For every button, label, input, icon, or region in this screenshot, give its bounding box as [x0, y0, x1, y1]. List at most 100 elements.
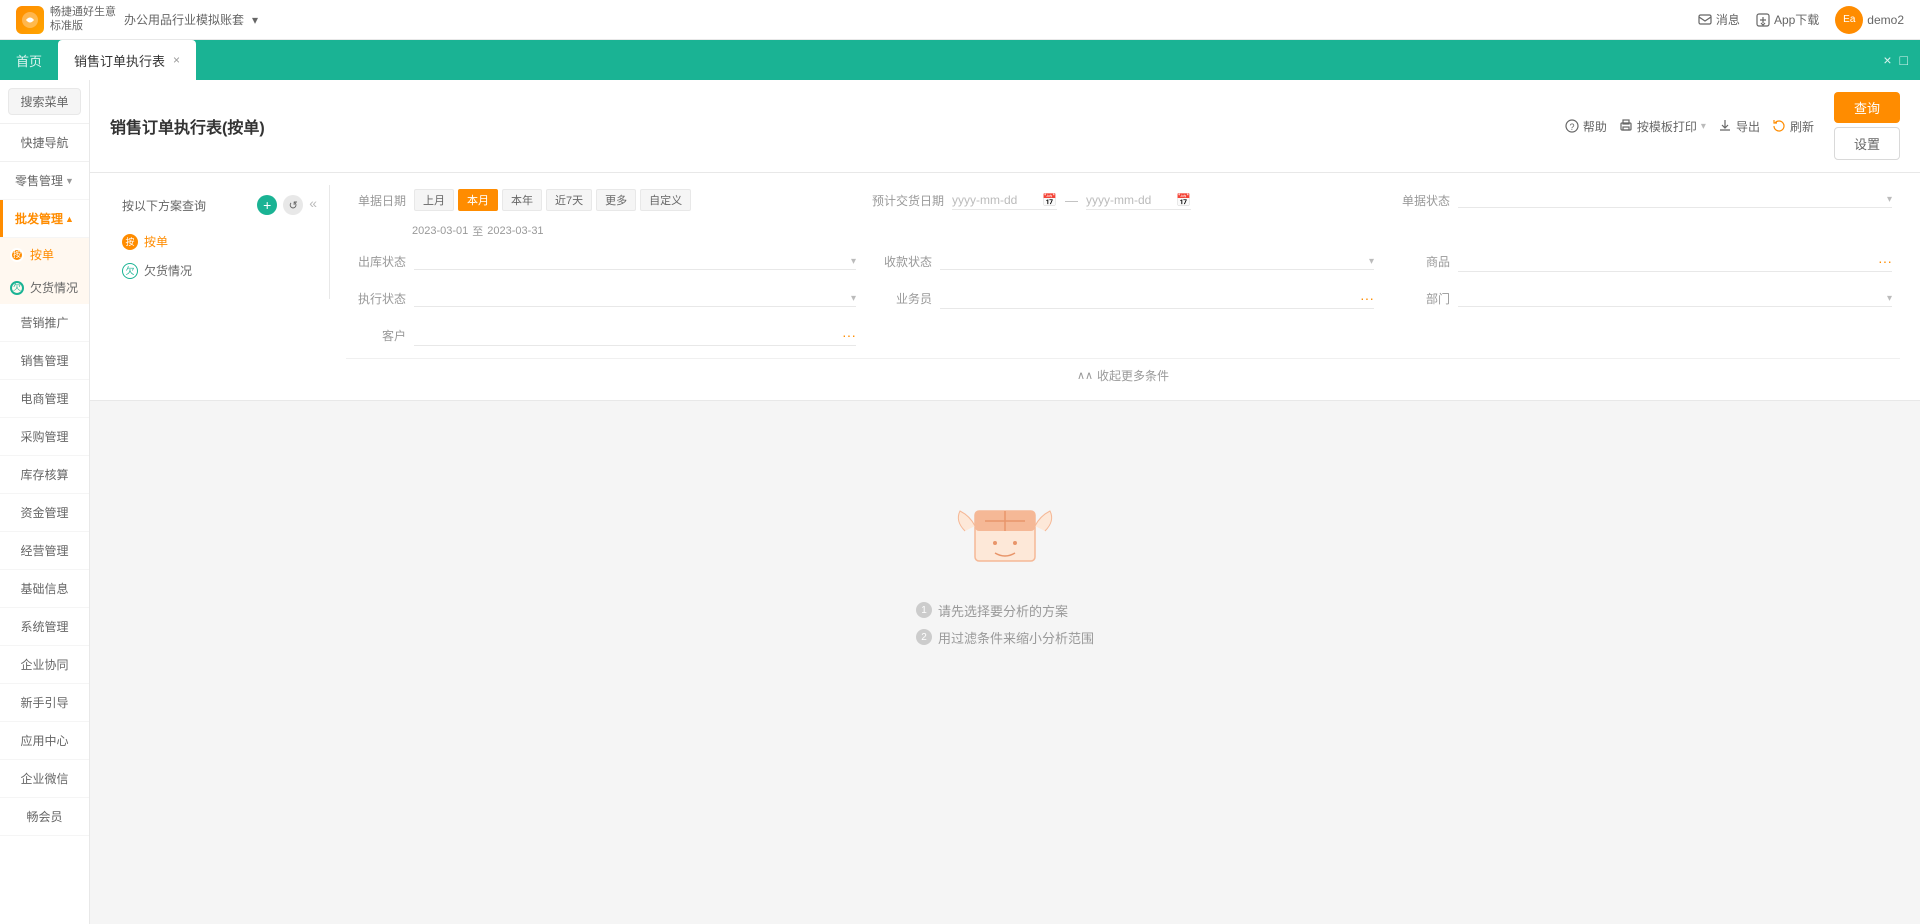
customer-dots-btn[interactable]: ··· [842, 327, 856, 343]
exec-chevron: ▾ [851, 293, 856, 304]
empty-tip-1: 1 请先选择要分析的方案 [916, 601, 1094, 620]
goods-label: 商品 [1390, 253, 1450, 270]
filter-row-4: 客户 ··· [346, 321, 1900, 350]
sidebar-item-ecommerce[interactable]: 电商管理 [0, 380, 89, 418]
goods-input-wrap: ··· [1458, 251, 1892, 272]
tab-maximize-btn[interactable]: □ [1900, 52, 1908, 68]
plan-item-debt[interactable]: 欠 欠货情况 [122, 256, 317, 285]
date-filter-cell: 单据日期 上月 本月 本年 近7天 更多 自定义 [346, 185, 864, 215]
sidebar-item-basics[interactable]: 基础信息 [0, 570, 89, 608]
sidebar-item-marketing[interactable]: 营销推广 [0, 304, 89, 342]
receipt-chevron: ▾ [1369, 256, 1374, 267]
cal-start-icon[interactable]: 📅 [1042, 193, 1057, 207]
sidebar-item-sales[interactable]: 销售管理 [0, 342, 89, 380]
sidebar-item-apps[interactable]: 应用中心 [0, 722, 89, 760]
filter-main-row: 按以下方案查询 + ↺ « 按 按单 [110, 185, 1900, 388]
date-this-year[interactable]: 本年 [502, 189, 542, 211]
dept-select[interactable]: ▾ [1458, 291, 1892, 307]
user-area[interactable]: Ea demo2 [1835, 6, 1904, 34]
cal-end-icon[interactable]: 📅 [1176, 193, 1191, 207]
sidebar-item-retail[interactable]: 零售管理 ▼ [0, 162, 89, 200]
exec-select[interactable]: ▾ [414, 291, 856, 307]
doc-status-select[interactable]: ▾ [1458, 192, 1892, 208]
sidebar-sub-item-press[interactable]: 按 按单 [0, 238, 89, 271]
exec-status-cell: 执行状态 ▾ [346, 286, 864, 311]
collapse-up-icon: ∧∧ [1077, 369, 1093, 382]
settings-button[interactable]: 设置 [1834, 127, 1900, 160]
date-range-display: 2023-03-01 至 2023-03-31 [412, 223, 1900, 247]
sidebar-item-operations[interactable]: 经营管理 [0, 532, 89, 570]
search-menu-btn[interactable]: 搜索菜单 [8, 88, 81, 115]
dept-cell: 部门 ▾ [1382, 286, 1900, 311]
sidebar-item-newbie[interactable]: 新手引导 [0, 684, 89, 722]
date-7days[interactable]: 近7天 [546, 189, 592, 211]
sidebar-item-finance[interactable]: 资金管理 [0, 494, 89, 532]
by-plan-label: 按以下方案查询 [122, 197, 206, 214]
retail-arrow-icon: ▼ [65, 176, 74, 186]
date-last-month[interactable]: 上月 [414, 189, 454, 211]
goods-dots-btn[interactable]: ··· [1878, 253, 1892, 269]
sidebar-item-enterprise[interactable]: 企业协同 [0, 646, 89, 684]
delivery-end-input[interactable] [1086, 193, 1176, 207]
content-area: 销售订单执行表(按单) ? 帮助 按模板打印 ▾ [90, 80, 1920, 924]
refresh-btn[interactable]: 刷新 [1772, 118, 1814, 135]
refresh-plan-btn[interactable]: ↺ [283, 195, 303, 215]
wholesale-arrow-icon: ▲ [65, 214, 74, 224]
sidebar-item-inventory[interactable]: 库存核算 [0, 456, 89, 494]
date-more[interactable]: 更多 [596, 189, 636, 211]
receipt-select[interactable]: ▾ [940, 254, 1374, 270]
logo-icon [16, 6, 44, 34]
delivery-end-wrap: 📅 [1086, 191, 1191, 210]
sidebar-item-wechat[interactable]: 企业微信 [0, 760, 89, 798]
query-settings-group: 查询 设置 [1834, 92, 1900, 160]
sidebar-search-area: 搜索菜单 [0, 80, 89, 124]
customer-input-wrap: ··· [414, 325, 856, 346]
outbound-select[interactable]: ▾ [414, 254, 856, 270]
top-bar-right: 消息 App下载 Ea demo2 [1698, 6, 1904, 34]
tab-close-btn[interactable]: × [173, 53, 180, 67]
empty-icon [945, 481, 1065, 581]
tab-close-all-btn[interactable]: × [1883, 52, 1891, 68]
query-button[interactable]: 查询 [1834, 92, 1900, 123]
collapse-btn[interactable]: ∧∧ 收起更多条件 [1077, 367, 1169, 384]
add-plan-btn[interactable]: + [257, 195, 277, 215]
export-btn[interactable]: 导出 [1718, 118, 1760, 135]
top-dropdown-icon[interactable]: ▾ [252, 13, 258, 27]
tab-sales-order[interactable]: 销售订单执行表 × [58, 40, 196, 80]
quick-nav-btn[interactable]: 快捷导航 [0, 124, 89, 162]
tab-home[interactable]: 首页 [0, 40, 58, 80]
print-dropdown-icon[interactable]: ▾ [1701, 121, 1706, 132]
sidebar-item-system[interactable]: 系统管理 [0, 608, 89, 646]
press-icon: 按 [10, 248, 24, 262]
plan-item-debt-icon: 欠 [122, 263, 138, 279]
outbound-status-cell: 出库状态 ▾ [346, 249, 864, 274]
message-btn[interactable]: 消息 [1698, 11, 1740, 28]
export-icon [1718, 119, 1732, 133]
page-header: 销售订单执行表(按单) ? 帮助 按模板打印 ▾ [90, 80, 1920, 173]
salesperson-dots-btn[interactable]: ··· [1360, 290, 1374, 306]
salesperson-label: 业务员 [872, 290, 932, 307]
date-this-month[interactable]: 本月 [458, 189, 498, 211]
doc-status-cell: 单据状态 ▾ [1382, 188, 1900, 213]
collapse-panel-btn[interactable]: « [309, 195, 317, 215]
sidebar-item-wholesale[interactable]: 批发管理 ▲ [0, 200, 89, 238]
sidebar-sub-item-debt[interactable]: 欠 欠货情况 [0, 271, 89, 304]
sidebar-item-purchase[interactable]: 采购管理 [0, 418, 89, 456]
app-download-btn[interactable]: App下载 [1756, 11, 1819, 28]
outbound-chevron: ▾ [851, 256, 856, 267]
avatar: Ea [1835, 6, 1863, 34]
logo-area: 畅捷通好生意 标准版 [16, 6, 116, 34]
print-btn[interactable]: 按模板打印 ▾ [1619, 118, 1706, 135]
top-bar-left: 畅捷通好生意 标准版 办公用品行业模拟账套 ▾ [16, 6, 258, 34]
help-btn[interactable]: ? 帮助 [1565, 118, 1607, 135]
salesperson-cell: 业务员 ··· [864, 284, 1382, 313]
exec-label: 执行状态 [346, 290, 406, 307]
plan-item-press[interactable]: 按 按单 [122, 227, 317, 256]
delivery-start-input[interactable] [952, 193, 1042, 207]
customer-label: 客户 [346, 327, 406, 344]
empty-tips: 1 请先选择要分析的方案 2 用过滤条件来缩小分析范围 [916, 601, 1094, 655]
filter-fields: 单据日期 上月 本月 本年 近7天 更多 自定义 [330, 185, 1900, 388]
plan-item-label: 按单 [144, 233, 168, 250]
sidebar-item-member[interactable]: 畅会员 [0, 798, 89, 836]
date-custom[interactable]: 自定义 [640, 189, 691, 211]
